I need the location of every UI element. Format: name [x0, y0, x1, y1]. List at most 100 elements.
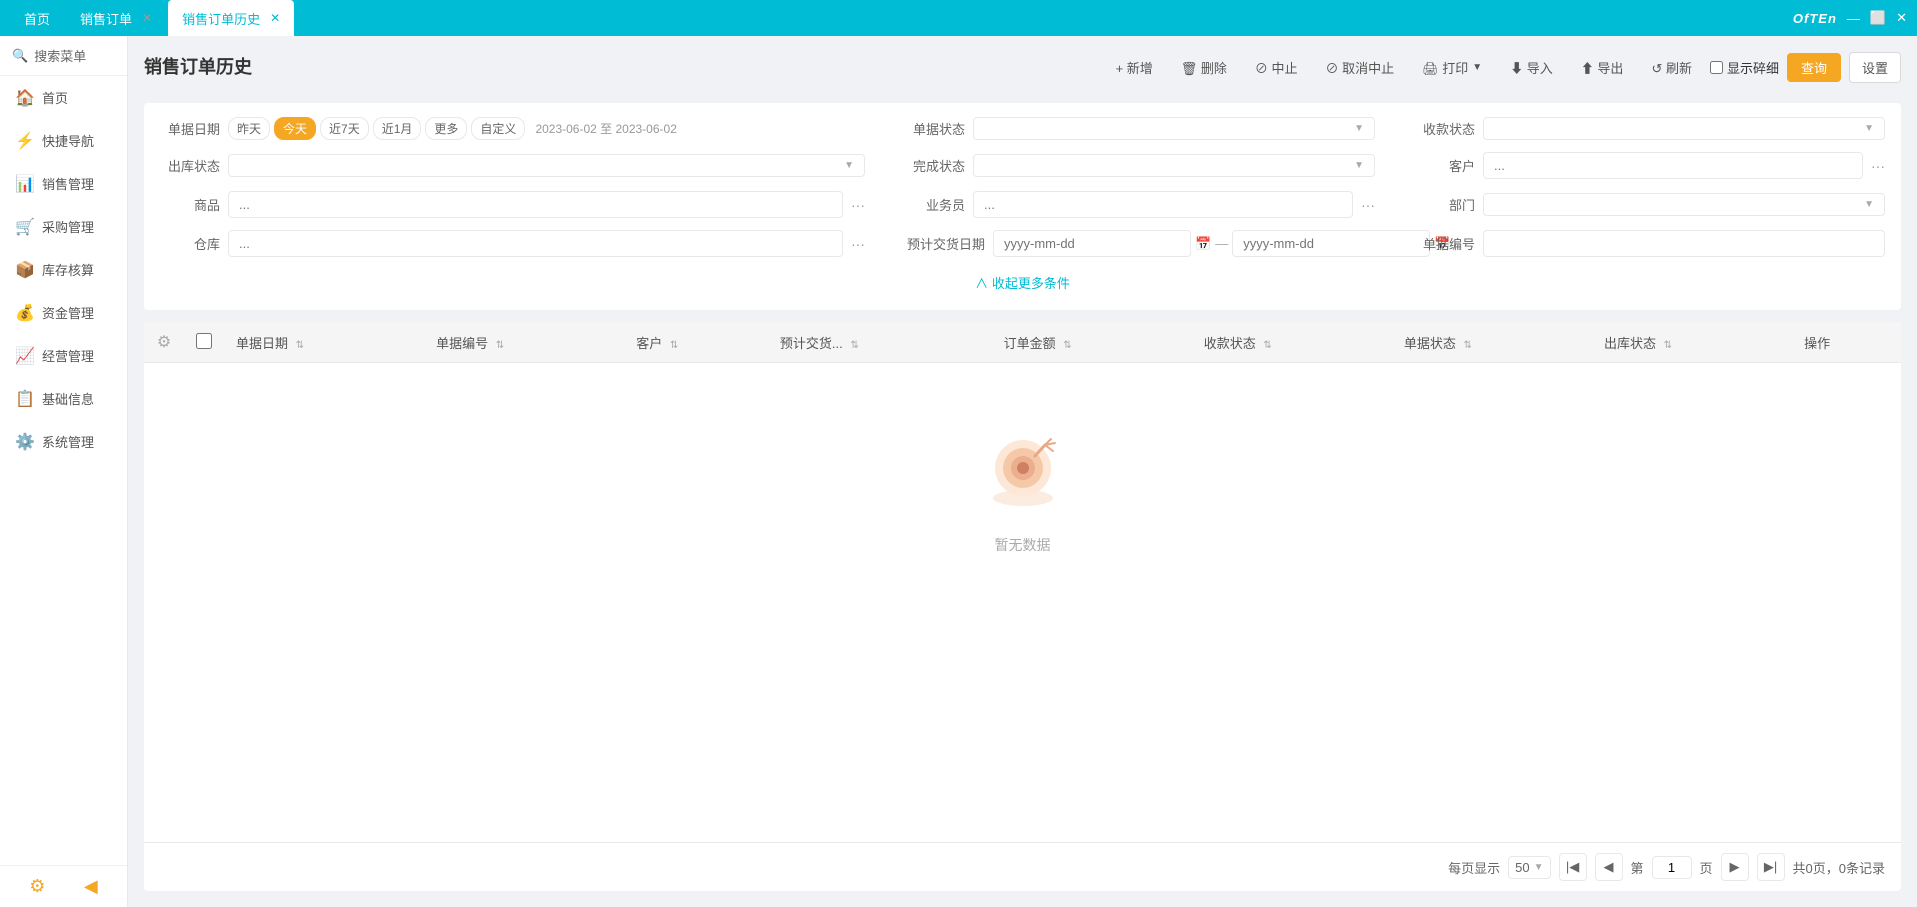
sidebar-item-home[interactable]: 🏠 首页 [0, 76, 127, 119]
filter-warehouse-item: 仓库 ··· [160, 230, 865, 257]
sidebar-settings-icon[interactable]: ⚙ [29, 876, 45, 897]
page-last-btn[interactable]: ▶| [1757, 853, 1785, 881]
cancel-stop-btn[interactable]: ⊘ 取消中止 [1316, 53, 1405, 82]
filter-complete-status-select[interactable]: ▼ [973, 154, 1375, 177]
filter-out-status-label: 出库状态 [160, 156, 220, 175]
query-btn-label: 查询 [1801, 61, 1827, 76]
page-first-btn[interactable]: |◀ [1559, 853, 1587, 881]
window-controls: OfTEn — ⬜ ✕ [1793, 10, 1907, 26]
page-size-select[interactable]: 50 ▼ [1508, 856, 1550, 879]
tab-home[interactable]: 首页 [10, 0, 64, 36]
filter-row-4: 仓库 ··· 预计交货日期 📅 — 📅 [160, 230, 1885, 257]
sidebar-item-system[interactable]: ⚙️ 系统管理 [0, 420, 127, 463]
filter-expected-date-from[interactable] [993, 230, 1191, 257]
date-today-btn[interactable]: 今天 [274, 117, 316, 140]
tab-sales-order[interactable]: 销售订单 ✕ [66, 0, 166, 36]
sidebar-item-home-label: 首页 [42, 88, 68, 107]
filter-doc-status-select[interactable]: ▼ [973, 117, 1375, 140]
th-date[interactable]: 单据日期 ⇅ [224, 322, 424, 363]
date-7days-btn[interactable]: 近7天 [320, 117, 369, 140]
th-amount[interactable]: 订单金额 ⇅ [992, 322, 1192, 363]
sort-receipt-status-icon: ⇅ [1263, 340, 1271, 351]
th-settings[interactable]: ⚙ [144, 322, 184, 363]
filter-warehouse-input[interactable] [228, 230, 843, 257]
filter-customer-input[interactable] [1483, 152, 1863, 179]
sidebar-search[interactable]: 🔍 搜索菜单 [0, 36, 127, 76]
date-custom-btn[interactable]: 自定义 [471, 117, 525, 140]
maximize-btn[interactable]: ⬜ [1870, 10, 1886, 26]
page-content: 销售订单历史 + 新增 🗑 删除 ⊘ 中止 ⊘ 取消中止 🖨 [128, 36, 1917, 907]
close-btn[interactable]: ✕ [1896, 10, 1907, 26]
settings-btn[interactable]: 设置 [1849, 52, 1901, 83]
date-quick-btns: 昨天 今天 近7天 近1月 更多 自定义 [228, 117, 525, 140]
th-doc-status[interactable]: 单据状态 ⇅ [1392, 322, 1592, 363]
sidebar-item-quick-nav[interactable]: ⚡ 快捷导航 [0, 119, 127, 162]
tab-sales-history[interactable]: 销售订单历史 ✕ [168, 0, 294, 36]
header-toolbar-row: 销售订单历史 + 新增 🗑 删除 ⊘ 中止 ⊘ 取消中止 🖨 [144, 52, 1901, 83]
th-expected-date[interactable]: 预计交货... ⇅ [768, 322, 992, 363]
sidebar-item-operations[interactable]: 📈 经营管理 [0, 334, 127, 377]
sidebar-item-quick-nav-label: 快捷导航 [42, 131, 94, 150]
calendar-from-icon[interactable]: 📅 [1195, 236, 1211, 252]
salesperson-dots-btn[interactable]: ··· [1361, 197, 1375, 213]
sidebar-item-finance[interactable]: 💰 资金管理 [0, 291, 127, 334]
filter-goods-label: 商品 [160, 195, 220, 214]
tab-sales-order-close[interactable]: ✕ [142, 11, 152, 25]
sidebar-item-system-label: 系统管理 [42, 432, 94, 451]
display-cols-toggle[interactable]: 显示碎细 [1710, 58, 1779, 77]
export-btn[interactable]: ⬆ 导出 [1571, 53, 1634, 82]
sidebar-item-purchase[interactable]: 🛒 采购管理 [0, 205, 127, 248]
filter-receipt-status-select[interactable]: ▼ [1483, 117, 1885, 140]
filter-goods-input[interactable] [228, 191, 843, 218]
print-btn[interactable]: 🖨 打印 ▼ [1412, 53, 1492, 82]
sidebar-item-basic-info[interactable]: 📋 基础信息 [0, 377, 127, 420]
date-more-btn[interactable]: 更多 [425, 117, 467, 140]
delete-btn-label: 🗑 删除 [1181, 58, 1227, 77]
tab-sales-history-close[interactable]: ✕ [270, 11, 280, 25]
page-size-label: 每页显示 [1448, 858, 1500, 877]
sort-amount-icon: ⇅ [1063, 340, 1071, 351]
th-customer-label: 客户 [636, 336, 662, 351]
minimize-btn[interactable]: — [1847, 11, 1860, 26]
collapse-btn[interactable]: ∧ 收起更多条件 [975, 269, 1070, 296]
th-receipt-status[interactable]: 收款状态 ⇅ [1192, 322, 1392, 363]
goods-dots-btn[interactable]: ··· [851, 197, 865, 213]
filter-out-status-select[interactable]: ▼ [228, 154, 865, 177]
delete-btn[interactable]: 🗑 删除 [1171, 53, 1237, 82]
refresh-btn[interactable]: ↺ 刷新 [1641, 53, 1702, 82]
sidebar-collapse-icon[interactable]: ◀ [84, 876, 98, 897]
th-out-status-label: 出库状态 [1604, 336, 1656, 351]
settings-gear-icon[interactable]: ⚙ [157, 334, 171, 351]
page-next-btn[interactable]: ▶ [1721, 853, 1749, 881]
select-all-checkbox[interactable] [196, 333, 212, 349]
warehouse-dots-btn[interactable]: ··· [851, 236, 865, 252]
filter-salesperson-input[interactable] [973, 191, 1353, 218]
new-btn[interactable]: + 新增 [1106, 53, 1163, 82]
filter-doc-number-input[interactable] [1483, 230, 1885, 257]
settings-btn-label: 设置 [1862, 58, 1888, 77]
th-number[interactable]: 单据编号 ⇅ [424, 322, 624, 363]
sidebar-item-finance-label: 资金管理 [42, 303, 94, 322]
th-customer[interactable]: 客户 ⇅ [624, 322, 768, 363]
stop-btn[interactable]: ⊘ 中止 [1245, 53, 1308, 82]
customer-dots-btn[interactable]: ··· [1871, 158, 1885, 174]
filter-expected-date-to[interactable] [1232, 230, 1430, 257]
page-number-input[interactable] [1652, 856, 1692, 879]
tab-sales-order-label: 销售订单 [80, 9, 132, 28]
th-receipt-status-label: 收款状态 [1204, 336, 1256, 351]
filter-receipt-status-item: 收款状态 ▼ [1415, 117, 1885, 140]
filter-department-select[interactable]: ▼ [1483, 193, 1885, 216]
query-btn[interactable]: 查询 [1787, 53, 1841, 82]
th-out-status[interactable]: 出库状态 ⇅ [1592, 322, 1792, 363]
filter-expected-date-item: 预计交货日期 📅 — 📅 [905, 230, 1375, 257]
date-yesterday-btn[interactable]: 昨天 [228, 117, 270, 140]
page-prev-btn[interactable]: ◀ [1595, 853, 1623, 881]
import-btn[interactable]: ⬇ 导入 [1500, 53, 1563, 82]
date-1month-btn[interactable]: 近1月 [373, 117, 422, 140]
sidebar-bottom: ⚙ ◀ [0, 865, 127, 907]
display-cols-checkbox[interactable] [1710, 61, 1723, 74]
sidebar-item-inventory[interactable]: 📦 库存核算 [0, 248, 127, 291]
sidebar-item-sales[interactable]: 📊 销售管理 [0, 162, 127, 205]
sidebar: 🔍 搜索菜单 🏠 首页 ⚡ 快捷导航 📊 销售管理 🛒 采购管理 📦 库存核算 … [0, 36, 128, 907]
empty-text: 暂无数据 [995, 535, 1051, 555]
